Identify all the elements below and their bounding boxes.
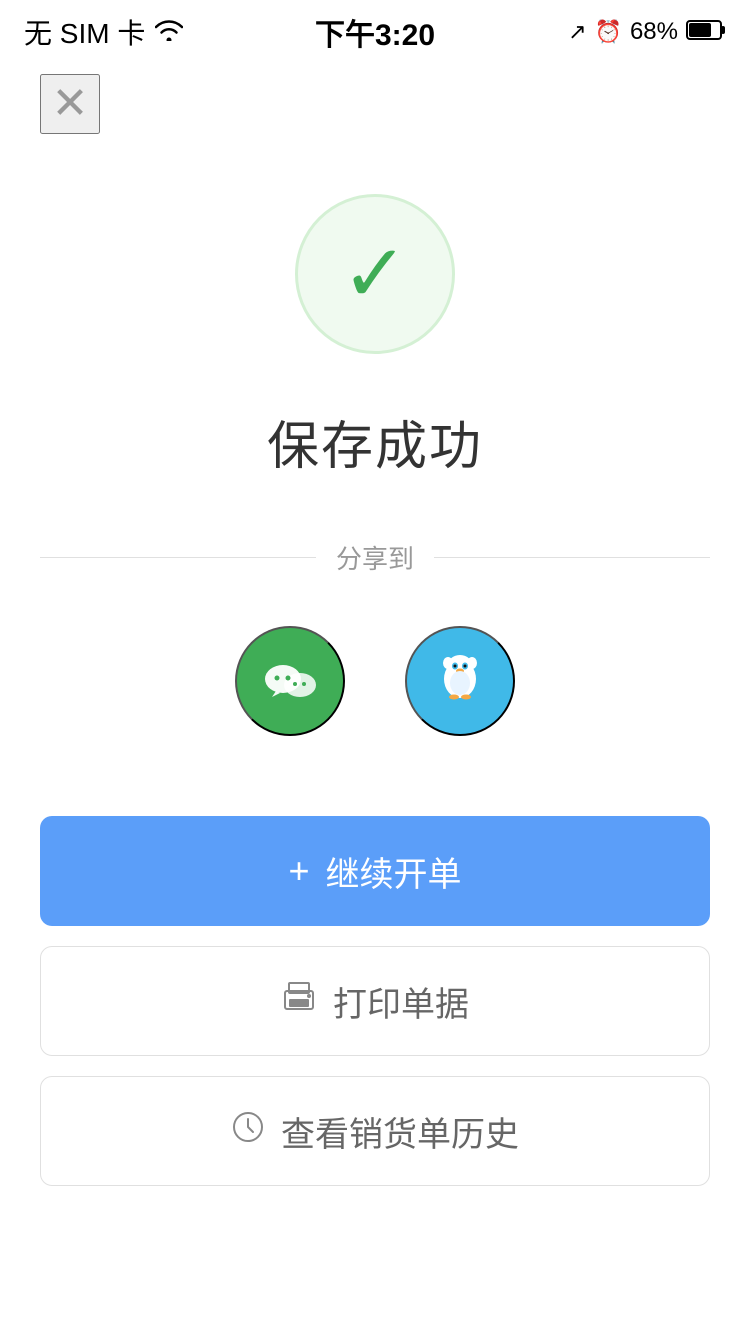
qq-icon [428, 649, 493, 714]
share-line-right [434, 557, 710, 558]
share-icons-container [235, 626, 515, 736]
print-label: 打印单据 [333, 977, 469, 1026]
print-icon [281, 981, 317, 1021]
location-icon: ↗ [568, 19, 586, 45]
share-line-left [40, 557, 316, 558]
wifi-icon [155, 16, 183, 48]
checkmark-icon: ✓ [341, 234, 408, 314]
history-icon [231, 1110, 265, 1153]
close-button[interactable]: ✕ [40, 74, 100, 134]
share-divider: 分享到 [40, 539, 710, 576]
battery-icon [686, 17, 726, 48]
success-icon-container: ✓ [295, 194, 455, 354]
status-carrier: 无 SIM 卡 [24, 12, 183, 52]
alarm-icon: ⏰ [595, 19, 622, 45]
wechat-icon [258, 649, 323, 714]
qq-share-button[interactable] [405, 626, 515, 736]
main-content: ✕ ✓ 保存成功 分享到 [0, 64, 750, 1186]
carrier-text: 无 SIM 卡 [24, 12, 145, 52]
action-buttons: + 继续开单 打印单据 查看销货单历史 [40, 816, 710, 1186]
status-bar: 无 SIM 卡 下午3:20 ↗ ⏰ 68% [0, 0, 750, 64]
close-icon: ✕ [52, 82, 89, 126]
continue-button[interactable]: + 继续开单 [40, 816, 710, 926]
print-button[interactable]: 打印单据 [40, 946, 710, 1056]
share-label: 分享到 [336, 539, 414, 576]
continue-label: 继续开单 [326, 847, 462, 896]
history-label: 查看销货单历史 [281, 1107, 519, 1156]
wechat-share-button[interactable] [235, 626, 345, 736]
history-button[interactable]: 查看销货单历史 [40, 1076, 710, 1186]
status-right-icons: ↗ ⏰ 68% [568, 17, 726, 48]
continue-plus-icon: + [288, 850, 309, 892]
success-title: 保存成功 [267, 404, 483, 479]
battery-text: 68% [630, 18, 678, 46]
status-time: 下午3:20 [315, 10, 435, 54]
